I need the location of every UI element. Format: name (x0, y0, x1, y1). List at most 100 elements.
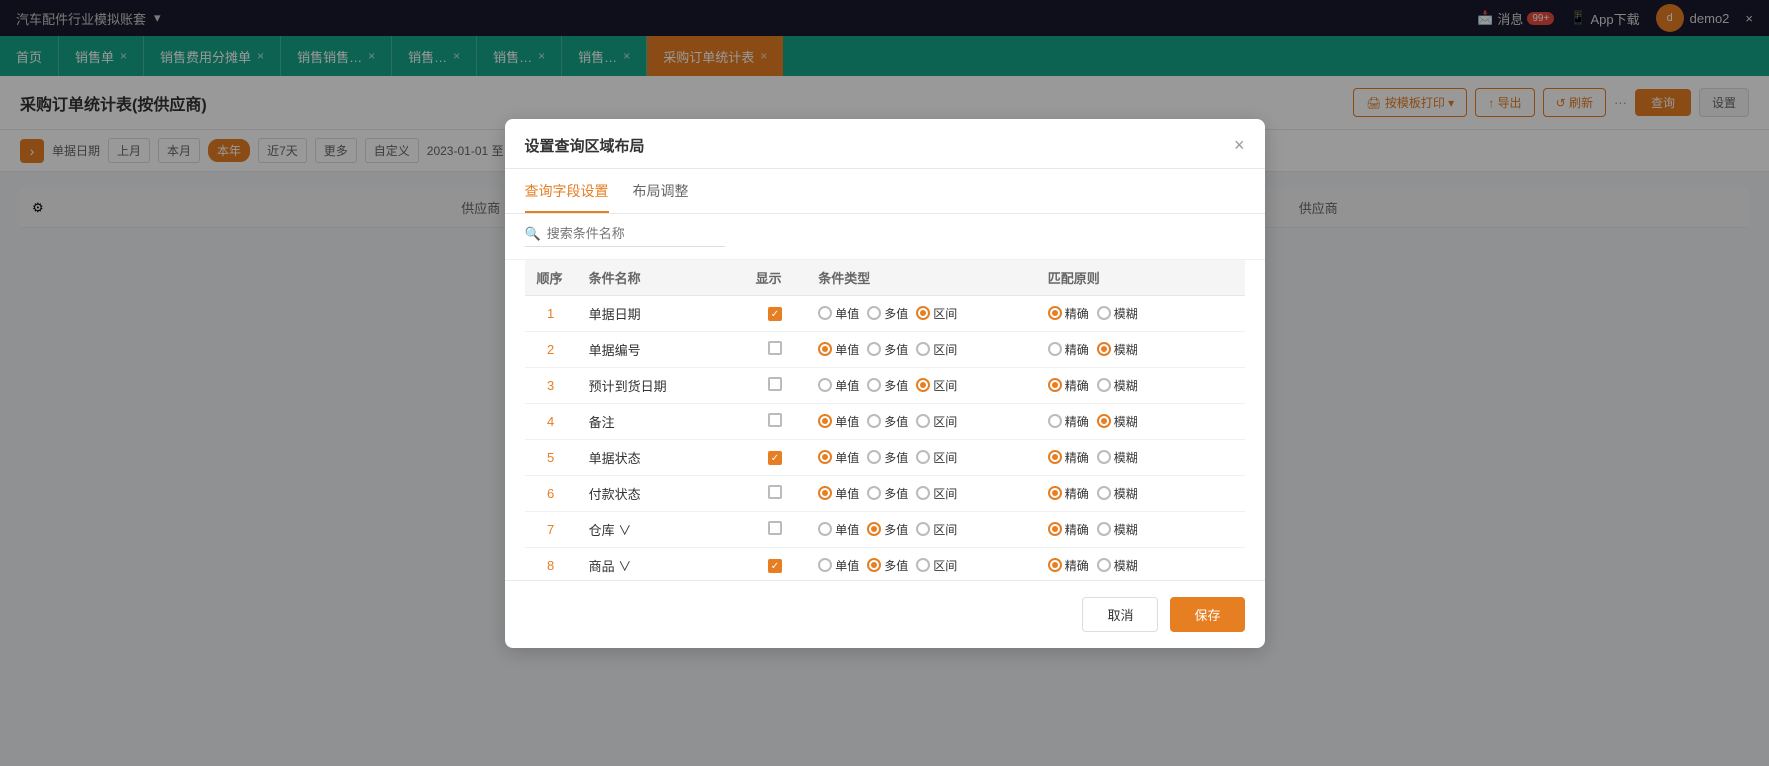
match-radio-模糊[interactable]: 模糊 (1097, 485, 1138, 502)
radio-circle (1048, 522, 1062, 536)
th-show: 显示 (744, 260, 807, 296)
modal-footer: 取消 保存 (505, 580, 1265, 648)
show-checkbox[interactable] (768, 341, 782, 355)
type-radio-多值[interactable]: 多值 (867, 341, 908, 358)
radio-circle (1097, 450, 1111, 464)
match-radio-模糊[interactable]: 模糊 (1097, 341, 1138, 358)
type-radio-多值[interactable]: 多值 (867, 377, 908, 394)
search-icon: 🔍 (525, 226, 541, 242)
match-radio-模糊[interactable]: 模糊 (1097, 521, 1138, 538)
radio-circle (867, 306, 881, 320)
type-radio-单值[interactable]: 单值 (818, 305, 859, 322)
row-show[interactable]: ✓ (744, 295, 807, 331)
row-name: 付款状态 (577, 475, 744, 511)
modal-close-button[interactable]: × (1234, 135, 1245, 156)
row-match: 精确模糊 (1036, 439, 1245, 475)
show-checkbox[interactable]: ✓ (768, 559, 782, 573)
row-type: 单值多值区间 (806, 475, 1036, 511)
row-name: 备注 (577, 403, 744, 439)
radio-circle (1097, 378, 1111, 392)
tab-query-fields[interactable]: 查询字段设置 (525, 181, 609, 213)
row-show[interactable]: ✓ (744, 439, 807, 475)
show-checkbox[interactable] (768, 377, 782, 391)
row-type: 单值多值区间 (806, 331, 1036, 367)
row-name: 仓库 ∨ (577, 511, 744, 547)
row-show[interactable] (744, 367, 807, 403)
save-button[interactable]: 保存 (1170, 597, 1244, 632)
match-radio-模糊[interactable]: 模糊 (1097, 413, 1138, 430)
type-radio-区间[interactable]: 区间 (916, 521, 957, 538)
type-radio-区间[interactable]: 区间 (916, 377, 957, 394)
tab-layout[interactable]: 布局调整 (633, 181, 689, 213)
row-name: 单据状态 (577, 439, 744, 475)
type-radio-区间[interactable]: 区间 (916, 449, 957, 466)
type-radio-多值[interactable]: 多值 (867, 521, 908, 538)
type-radio-区间[interactable]: 区间 (916, 485, 957, 502)
conditions-table: 顺序 条件名称 显示 条件类型 匹配原则 1单据日期✓单值多值区间精确模糊2单据… (525, 260, 1245, 580)
type-radio-多值[interactable]: 多值 (867, 305, 908, 322)
type-radio-单值[interactable]: 单值 (818, 341, 859, 358)
radio-circle (818, 558, 832, 572)
match-radio-模糊[interactable]: 模糊 (1097, 449, 1138, 466)
search-input[interactable] (547, 226, 707, 241)
radio-circle (818, 414, 832, 428)
show-checkbox[interactable]: ✓ (768, 307, 782, 321)
match-radio-模糊[interactable]: 模糊 (1097, 557, 1138, 574)
show-checkbox[interactable] (768, 413, 782, 427)
radio-circle (867, 486, 881, 500)
th-order: 顺序 (525, 260, 577, 296)
type-radio-多值[interactable]: 多值 (867, 413, 908, 430)
radio-circle (1097, 414, 1111, 428)
show-checkbox[interactable] (768, 521, 782, 535)
table-row: 2单据编号单值多值区间精确模糊 (525, 331, 1245, 367)
radio-circle (916, 558, 930, 572)
type-radio-单值[interactable]: 单值 (818, 521, 859, 538)
type-radio-区间[interactable]: 区间 (916, 341, 957, 358)
radio-circle (1097, 486, 1111, 500)
type-radio-多值[interactable]: 多值 (867, 485, 908, 502)
match-radio-精确[interactable]: 精确 (1048, 557, 1089, 574)
match-radio-精确[interactable]: 精确 (1048, 305, 1089, 322)
type-radio-区间[interactable]: 区间 (916, 413, 957, 430)
table-row: 4备注单值多值区间精确模糊 (525, 403, 1245, 439)
row-match: 精确模糊 (1036, 547, 1245, 580)
type-radio-单值[interactable]: 单值 (818, 449, 859, 466)
match-radio-精确[interactable]: 精确 (1048, 449, 1089, 466)
radio-circle (818, 378, 832, 392)
row-name: 商品 ∨ (577, 547, 744, 580)
row-show[interactable] (744, 511, 807, 547)
radio-circle (1048, 342, 1062, 356)
row-show[interactable] (744, 475, 807, 511)
row-order: 6 (525, 475, 577, 511)
type-radio-单值[interactable]: 单值 (818, 377, 859, 394)
th-name: 条件名称 (577, 260, 744, 296)
type-radio-区间[interactable]: 区间 (916, 305, 957, 322)
show-checkbox[interactable]: ✓ (768, 451, 782, 465)
table-row: 6付款状态单值多值区间精确模糊 (525, 475, 1245, 511)
show-checkbox[interactable] (768, 485, 782, 499)
radio-circle (818, 486, 832, 500)
row-type: 单值多值区间 (806, 547, 1036, 580)
row-show[interactable] (744, 331, 807, 367)
type-radio-单值[interactable]: 单值 (818, 557, 859, 574)
match-radio-精确[interactable]: 精确 (1048, 521, 1089, 538)
match-radio-精确[interactable]: 精确 (1048, 485, 1089, 502)
row-show[interactable] (744, 403, 807, 439)
match-radio-精确[interactable]: 精确 (1048, 413, 1089, 430)
match-radio-精确[interactable]: 精确 (1048, 341, 1089, 358)
cancel-button[interactable]: 取消 (1082, 597, 1158, 632)
row-show[interactable]: ✓ (744, 547, 807, 580)
type-radio-区间[interactable]: 区间 (916, 557, 957, 574)
match-radio-模糊[interactable]: 模糊 (1097, 377, 1138, 394)
match-radio-精确[interactable]: 精确 (1048, 377, 1089, 394)
radio-circle (1097, 558, 1111, 572)
match-radio-模糊[interactable]: 模糊 (1097, 305, 1138, 322)
row-type: 单值多值区间 (806, 511, 1036, 547)
type-radio-多值[interactable]: 多值 (867, 449, 908, 466)
row-type: 单值多值区间 (806, 367, 1036, 403)
modal-overlay: 设置查询区域布局 × 查询字段设置 布局调整 🔍 顺序 (0, 0, 1769, 766)
th-match: 匹配原则 (1036, 260, 1245, 296)
type-radio-单值[interactable]: 单值 (818, 485, 859, 502)
type-radio-单值[interactable]: 单值 (818, 413, 859, 430)
type-radio-多值[interactable]: 多值 (867, 557, 908, 574)
